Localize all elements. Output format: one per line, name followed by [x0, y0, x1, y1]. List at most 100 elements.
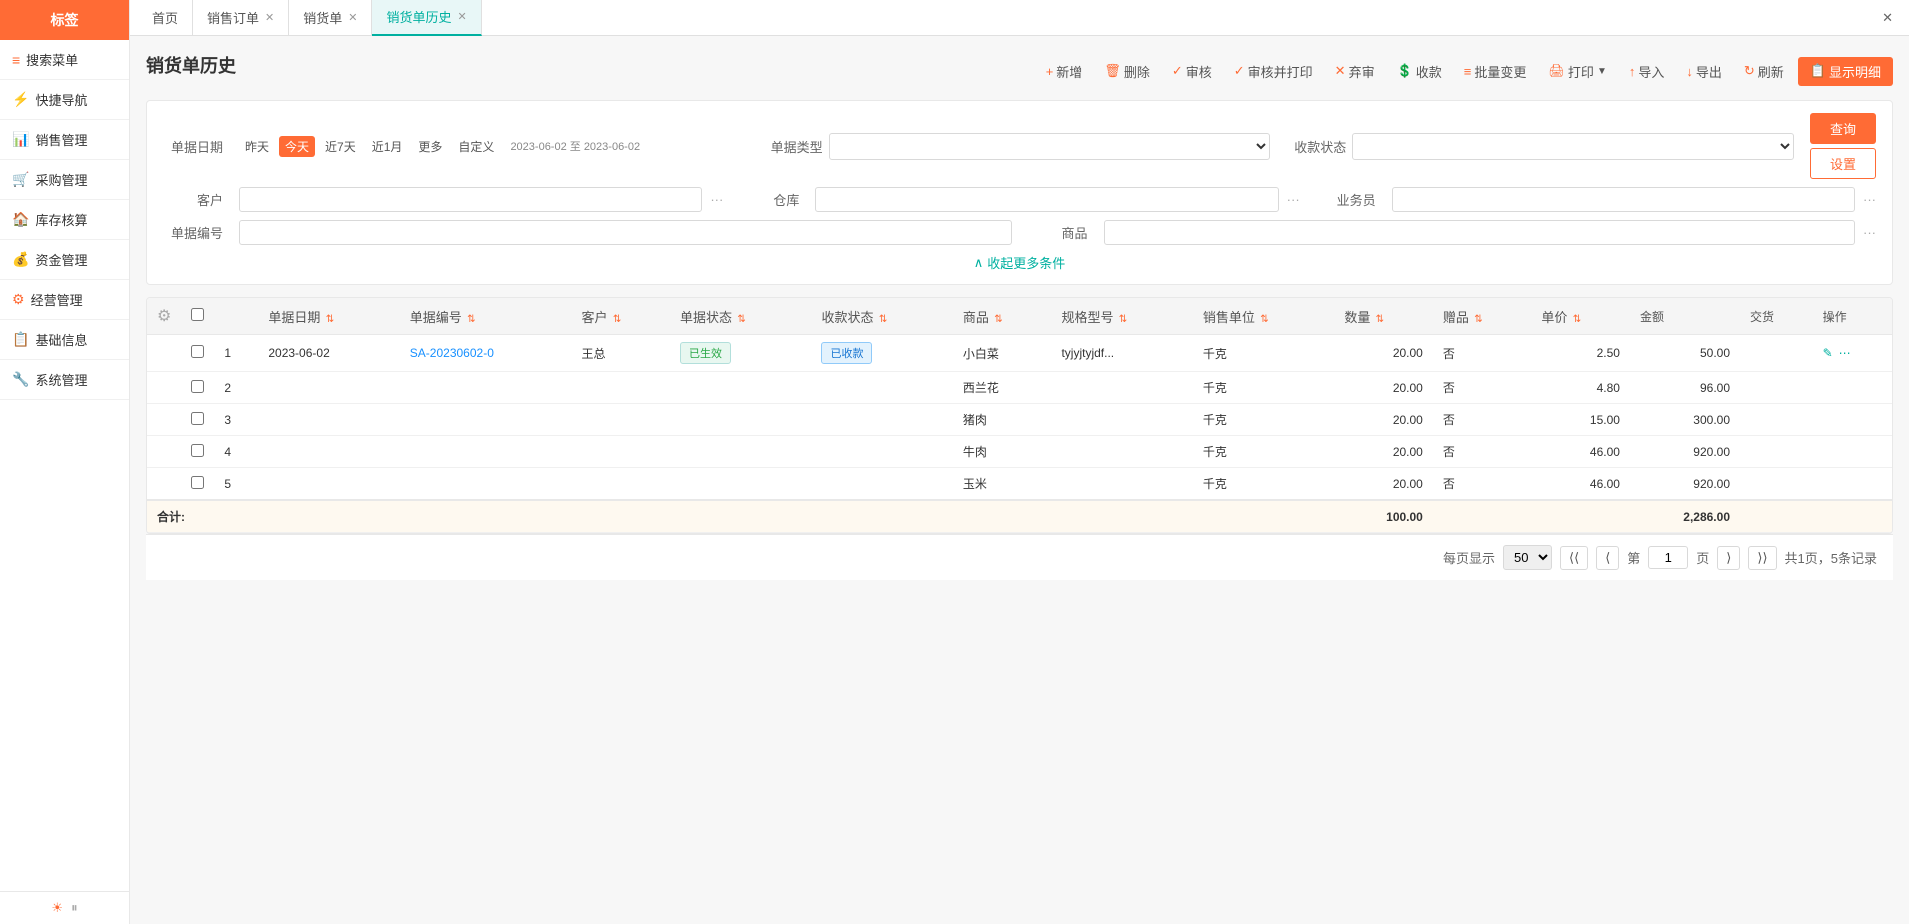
receive-icon: 💲: [1397, 63, 1413, 79]
query-button[interactable]: 查询: [1810, 113, 1876, 144]
sidebar-bottom-icon1[interactable]: ☀: [51, 900, 63, 916]
tab-home[interactable]: 首页: [138, 0, 193, 36]
close-sales-history-icon[interactable]: ✕: [458, 10, 467, 23]
row-checkbox-cell[interactable]: [181, 404, 214, 436]
settings-button[interactable]: 设置: [1810, 148, 1876, 179]
row-no: 3: [214, 404, 258, 436]
row-doc-status: [670, 404, 811, 436]
row-checkbox[interactable]: [191, 380, 204, 393]
abandon-button[interactable]: ✕ 弃审: [1327, 58, 1383, 85]
edit-action[interactable]: ✎: [1823, 346, 1833, 360]
warehouse-dots[interactable]: ···: [1287, 192, 1300, 207]
row-doc-no[interactable]: SA-20230602-0: [400, 335, 572, 372]
row-action[interactable]: [1813, 372, 1892, 404]
shortcut-1month[interactable]: 近1月: [366, 136, 409, 157]
sidebar-item-finance-mgmt[interactable]: 💰 资金管理: [0, 240, 129, 280]
salesperson-input[interactable]: [1392, 187, 1855, 212]
row-qty: 20.00: [1334, 404, 1433, 436]
row-doc-no[interactable]: [400, 468, 572, 501]
th-unit-price[interactable]: 单价 ⇅: [1531, 298, 1630, 335]
sidebar-item-quick-nav[interactable]: ⚡ 快捷导航: [0, 80, 129, 120]
th-doc-status-label: 单据状态: [680, 310, 732, 325]
collapse-button[interactable]: ∧ 收起更多条件: [163, 253, 1876, 272]
row-action[interactable]: [1813, 468, 1892, 501]
sidebar-item-search-menu[interactable]: ≡ 搜索菜单: [0, 40, 129, 80]
tab-sales-order[interactable]: 销售订单 ✕: [193, 0, 289, 36]
doc-type-select[interactable]: [829, 133, 1271, 160]
warehouse-input[interactable]: [815, 187, 1278, 212]
th-checkbox[interactable]: [181, 298, 214, 335]
shortcut-yesterday[interactable]: 昨天: [239, 136, 275, 157]
prev-page-button[interactable]: ⟨: [1596, 546, 1619, 570]
last-page-button[interactable]: ⟩⟩: [1748, 546, 1776, 570]
close-sales-order-icon[interactable]: ✕: [265, 11, 274, 24]
show-detail-button[interactable]: 📋 显示明细: [1798, 57, 1893, 86]
th-receive-status[interactable]: 收款状态 ⇅: [811, 298, 952, 335]
sidebar-item-base-info[interactable]: 📋 基础信息: [0, 320, 129, 360]
select-all-checkbox[interactable]: [191, 308, 204, 321]
import-button[interactable]: ↑ 导入: [1621, 58, 1673, 85]
receive-button[interactable]: 💲 收款: [1389, 58, 1450, 85]
shortcut-custom[interactable]: 自定义: [452, 136, 500, 157]
more-action[interactable]: ⋯: [1839, 346, 1851, 360]
row-checkbox-cell[interactable]: [181, 436, 214, 468]
th-doc-date[interactable]: 单据日期 ⇅: [258, 298, 399, 335]
receive-status-select[interactable]: [1352, 133, 1794, 160]
th-doc-status[interactable]: 单据状态 ⇅: [670, 298, 811, 335]
audit-button[interactable]: ✓ 审核: [1164, 58, 1220, 85]
shortcut-more[interactable]: 更多: [412, 136, 448, 157]
doc-no-input[interactable]: [239, 220, 1012, 245]
row-action[interactable]: ✎⋯: [1813, 335, 1892, 372]
row-doc-no[interactable]: [400, 436, 572, 468]
th-goods[interactable]: 商品 ⇅: [953, 298, 1052, 335]
tab-sales-history[interactable]: 销货单历史 ✕: [372, 0, 481, 36]
th-spec[interactable]: 规格型号 ⇅: [1051, 298, 1192, 335]
th-settings[interactable]: ⚙: [147, 298, 181, 335]
goods-input[interactable]: [1104, 220, 1856, 245]
row-doc-no[interactable]: [400, 372, 572, 404]
tab-sales-goods[interactable]: 销货单 ✕: [289, 0, 372, 36]
row-checkbox[interactable]: [191, 476, 204, 489]
first-page-button[interactable]: ⟨⟨: [1560, 546, 1588, 570]
sidebar-item-purchase-mgmt[interactable]: 🛒 采购管理: [0, 160, 129, 200]
row-checkbox-cell[interactable]: [181, 372, 214, 404]
sidebar-item-inventory[interactable]: 🏠 库存核算: [0, 200, 129, 240]
page-input[interactable]: [1648, 546, 1688, 569]
th-customer[interactable]: 客户 ⇅: [571, 298, 670, 335]
sidebar-item-sales-mgmt[interactable]: 📊 销售管理: [0, 120, 129, 160]
batch-change-button[interactable]: ≡ 批量变更: [1456, 58, 1535, 85]
refresh-button[interactable]: ↻ 刷新: [1736, 58, 1792, 85]
customer-dots[interactable]: ···: [710, 192, 723, 207]
th-qty[interactable]: 数量 ⇅: [1334, 298, 1433, 335]
row-checkbox[interactable]: [191, 444, 204, 457]
row-checkbox-cell[interactable]: [181, 468, 214, 501]
customer-input[interactable]: [239, 187, 702, 212]
audit-print-button[interactable]: ✓ 审核并打印: [1226, 58, 1321, 85]
sidebar-item-sys-mgmt[interactable]: 🔧 系统管理: [0, 360, 129, 400]
row-checkbox-cell[interactable]: [181, 335, 214, 372]
close-sales-goods-icon[interactable]: ✕: [348, 11, 357, 24]
next-page-button[interactable]: ⟩: [1717, 546, 1740, 570]
export-button[interactable]: ↓ 导出: [1678, 58, 1730, 85]
delete-button[interactable]: 🗑 删除: [1096, 58, 1158, 85]
sidebar-item-ops-mgmt[interactable]: ⚙ 经营管理: [0, 280, 129, 320]
row-action[interactable]: [1813, 404, 1892, 436]
th-gift[interactable]: 赠品 ⇅: [1433, 298, 1532, 335]
sidebar-logo: 标签: [0, 0, 129, 40]
row-checkbox[interactable]: [191, 412, 204, 425]
shortcut-today[interactable]: 今天: [279, 136, 315, 157]
th-doc-no[interactable]: 单据编号 ⇅: [400, 298, 572, 335]
print-button[interactable]: 🖨 打印 ▼: [1540, 58, 1614, 85]
sidebar-bottom-icon2[interactable]: ⏸: [71, 900, 78, 916]
row-checkbox[interactable]: [191, 345, 204, 358]
close-all-tabs[interactable]: ✕: [1874, 10, 1901, 26]
row-action[interactable]: [1813, 436, 1892, 468]
row-doc-no[interactable]: [400, 404, 572, 436]
th-unit[interactable]: 销售单位 ⇅: [1193, 298, 1334, 335]
salesperson-dots[interactable]: ···: [1863, 192, 1876, 207]
new-button[interactable]: + 新增: [1038, 58, 1091, 85]
shortcut-7days[interactable]: 近7天: [319, 136, 362, 157]
page-size-select[interactable]: 50: [1503, 545, 1552, 570]
goods-dots[interactable]: ···: [1863, 225, 1876, 240]
table-settings-icon[interactable]: ⚙: [157, 308, 171, 325]
